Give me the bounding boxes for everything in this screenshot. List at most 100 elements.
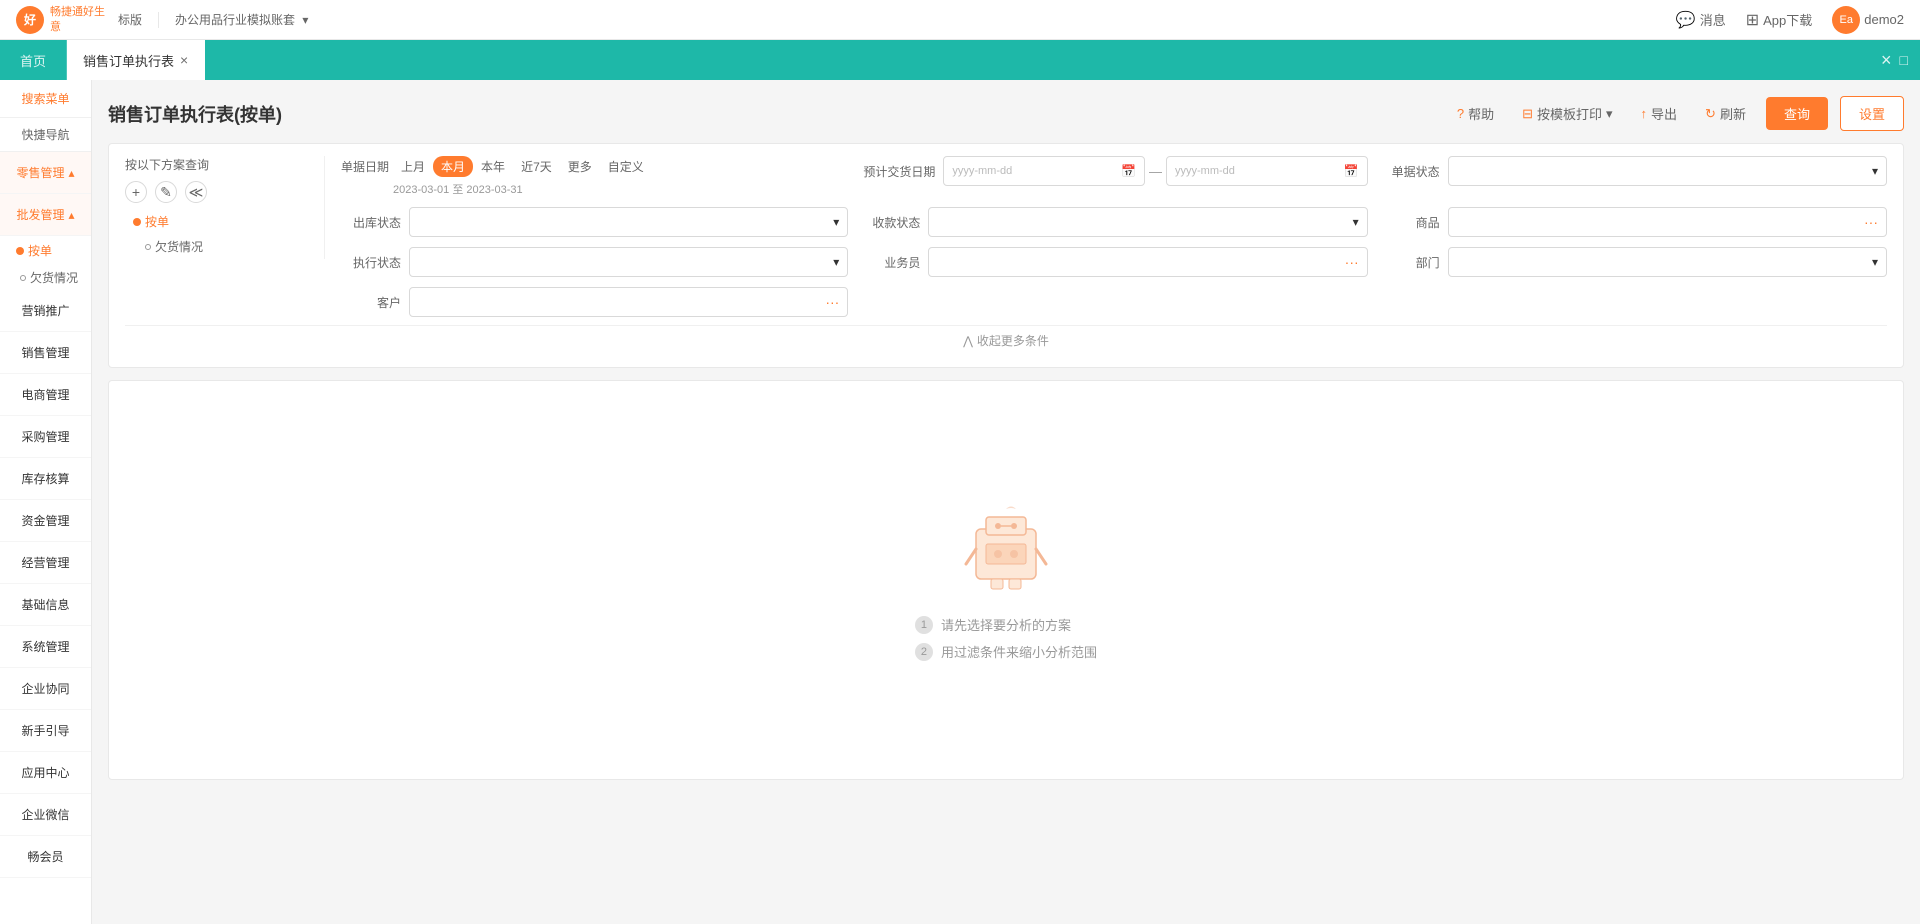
sidebar-sales-mgmt-label: 销售管理 <box>21 344 69 361</box>
filter-dept-select[interactable]: ▾ <box>1448 247 1887 277</box>
user-menu[interactable]: Ea demo2 <box>1832 6 1904 34</box>
sidebar-search[interactable]: 搜索菜单 <box>0 80 91 118</box>
filter-customer-item: 客户 ··· <box>341 287 848 317</box>
filter-date-item: 单据日期 上月 本月 本年 近7天 更多 自定义 2023 <box>341 156 848 197</box>
message-label: 消息 <box>1700 10 1726 29</box>
filter-delivery-label: 出库状态 <box>341 214 401 231</box>
collapse-bar[interactable]: ⋀ 收起更多条件 <box>125 325 1887 355</box>
filter-expected-to[interactable]: yyyy-mm-dd 📅 <box>1166 156 1368 186</box>
sidebar-item-ecommerce[interactable]: 电商管理 <box>0 374 91 416</box>
help-button[interactable]: ? 帮助 <box>1449 100 1502 127</box>
user-name: demo2 <box>1864 12 1904 27</box>
add-scheme-button[interactable]: + <box>125 181 147 203</box>
sidebar-item-basic-info[interactable]: 基础信息 <box>0 584 91 626</box>
period-this-month[interactable]: 本月 <box>433 156 473 177</box>
period-last-month[interactable]: 上月 <box>393 156 433 177</box>
sidebar-retail-label: 零售管理 <box>16 164 64 181</box>
refresh-button[interactable]: ↻ 刷新 <box>1697 100 1754 127</box>
period-7days[interactable]: 近7天 <box>513 156 560 177</box>
tab-sales-order-label: 销售订单执行表 <box>83 51 174 70</box>
active-dot <box>16 247 24 255</box>
sidebar-sub-按单[interactable]: 按单 <box>0 236 91 265</box>
tab-home-label: 首页 <box>20 51 46 70</box>
period-this-year[interactable]: 本年 <box>473 156 513 177</box>
filter-scheme-label: 按以下方案查询 <box>125 156 209 173</box>
sidebar-item-purchase[interactable]: 采购管理 <box>0 416 91 458</box>
salesman-more-icon[interactable]: ··· <box>1345 254 1359 270</box>
scheme-active-dot <box>133 218 141 226</box>
tab-close-icon[interactable]: × <box>180 52 188 68</box>
sidebar-item-wechat[interactable]: 企业微信 <box>0 794 91 836</box>
edit-scheme-button[interactable]: ✎ <box>155 181 177 203</box>
filter-status-label: 单据状态 <box>1380 163 1440 180</box>
print-icon: ⊟ <box>1522 106 1533 122</box>
expected-from-placeholder: yyyy-mm-dd <box>952 165 1012 177</box>
message-action[interactable]: 💬 消息 <box>1676 10 1726 30</box>
logo-text: 畅捷通好生意 <box>50 5 110 34</box>
date-separator: — <box>1149 164 1162 179</box>
sidebar-quick-nav[interactable]: 快捷导航 <box>0 118 91 152</box>
collapse-icon: ≪ <box>189 184 204 201</box>
sidebar-item-marketing[interactable]: 营销推广 <box>0 290 91 332</box>
settings-button[interactable]: 设置 <box>1840 96 1904 131</box>
filter-exec-select[interactable]: ▾ <box>409 247 848 277</box>
query-button[interactable]: 查询 <box>1766 97 1828 130</box>
tip-number-1: 1 <box>915 616 933 634</box>
collapse-scheme-button[interactable]: ≪ <box>185 181 207 203</box>
page-header-actions: ? 帮助 ⊟ 按模板打印 ▾ ↑ 导出 ↻ 刷新 查询 设置 <box>1449 96 1904 131</box>
period-custom[interactable]: 自定义 <box>600 156 652 177</box>
sidebar-item-sales-mgmt[interactable]: 销售管理 <box>0 332 91 374</box>
sidebar-sub-欠货情况[interactable]: 欠货情况 <box>0 265 91 290</box>
filter-expected-label: 预计交货日期 <box>860 163 935 180</box>
collapse-icon: ⋀ <box>963 334 973 348</box>
collapse-label: 收起更多条件 <box>977 332 1049 349</box>
window-close-icon[interactable]: × <box>1881 50 1892 71</box>
filter-customer-input[interactable]: ··· <box>409 287 848 317</box>
sidebar-marketing-label: 营销推广 <box>21 302 69 319</box>
sidebar-item-member[interactable]: 畅会员 <box>0 836 91 878</box>
app-download-icon: ⊞ <box>1746 10 1759 30</box>
sidebar-item-operations[interactable]: 经营管理 <box>0 542 91 584</box>
scheme-sub-label: 欠货情况 <box>155 238 203 255</box>
sidebar-item-inventory[interactable]: 库存核算 <box>0 458 91 500</box>
sidebar-item-wholesale[interactable]: 批发管理 ▴ <box>0 194 91 236</box>
sidebar-item-finance[interactable]: 资金管理 <box>0 500 91 542</box>
sidebar-item-retail[interactable]: 零售管理 ▴ <box>0 152 91 194</box>
filter-row-2: 出库状态 ▾ 收款状态 ▾ <box>341 207 1887 237</box>
product-more-icon[interactable]: ··· <box>1864 214 1878 230</box>
filter-expected-from[interactable]: yyyy-mm-dd 📅 <box>943 156 1145 186</box>
scheme-item-按单-label: 按单 <box>145 213 169 230</box>
filter-product-input[interactable]: ··· <box>1448 207 1887 237</box>
filter-delivery-select[interactable]: ▾ <box>409 207 848 237</box>
industry-dropdown[interactable]: 办公用品行业模拟账套 ▾ <box>175 11 308 28</box>
app-subtitle: 标版 <box>118 11 142 28</box>
filter-date-period-row: 单据日期 上月 本月 本年 近7天 更多 自定义 <box>341 156 652 177</box>
period-more[interactable]: 更多 <box>560 156 600 177</box>
filter-salesman-input[interactable]: ··· <box>928 247 1367 277</box>
tab-sales-order[interactable]: 销售订单执行表 × <box>67 40 205 80</box>
dept-dropdown-icon: ▾ <box>1872 255 1878 269</box>
page-title: 销售订单执行表(按单) <box>108 101 282 127</box>
tip-text-2: 用过滤条件来缩小分析范围 <box>941 642 1097 661</box>
filter-date-label: 单据日期 <box>341 158 389 175</box>
sidebar-item-newbie[interactable]: 新手引导 <box>0 710 91 752</box>
collection-dropdown-icon: ▾ <box>1353 215 1359 229</box>
filter-collection-select[interactable]: ▾ <box>928 207 1367 237</box>
tab-home[interactable]: 首页 <box>0 40 67 80</box>
app-download-action[interactable]: ⊞ App下载 <box>1746 10 1813 30</box>
empty-tip-1: 1 请先选择要分析的方案 <box>915 615 1097 634</box>
scheme-sub-欠货情况[interactable]: 欠货情况 <box>125 234 308 259</box>
sidebar-item-system[interactable]: 系统管理 <box>0 626 91 668</box>
nav-tabs: 首页 销售订单执行表 × × □ <box>0 40 1920 80</box>
filter-status-select[interactable]: ▾ <box>1448 156 1887 186</box>
add-icon: + <box>132 184 140 200</box>
filter-collection-label: 收款状态 <box>860 214 920 231</box>
print-button[interactable]: ⊟ 按模板打印 ▾ <box>1514 100 1620 127</box>
sidebar-item-collab[interactable]: 企业协同 <box>0 668 91 710</box>
sidebar-item-app-center[interactable]: 应用中心 <box>0 752 91 794</box>
scheme-item-按单[interactable]: 按单 <box>125 209 308 234</box>
window-maximize-icon[interactable]: □ <box>1900 52 1908 68</box>
sidebar-purchase-label: 采购管理 <box>21 428 69 445</box>
customer-more-icon[interactable]: ··· <box>825 294 839 310</box>
export-button[interactable]: ↑ 导出 <box>1633 100 1686 127</box>
